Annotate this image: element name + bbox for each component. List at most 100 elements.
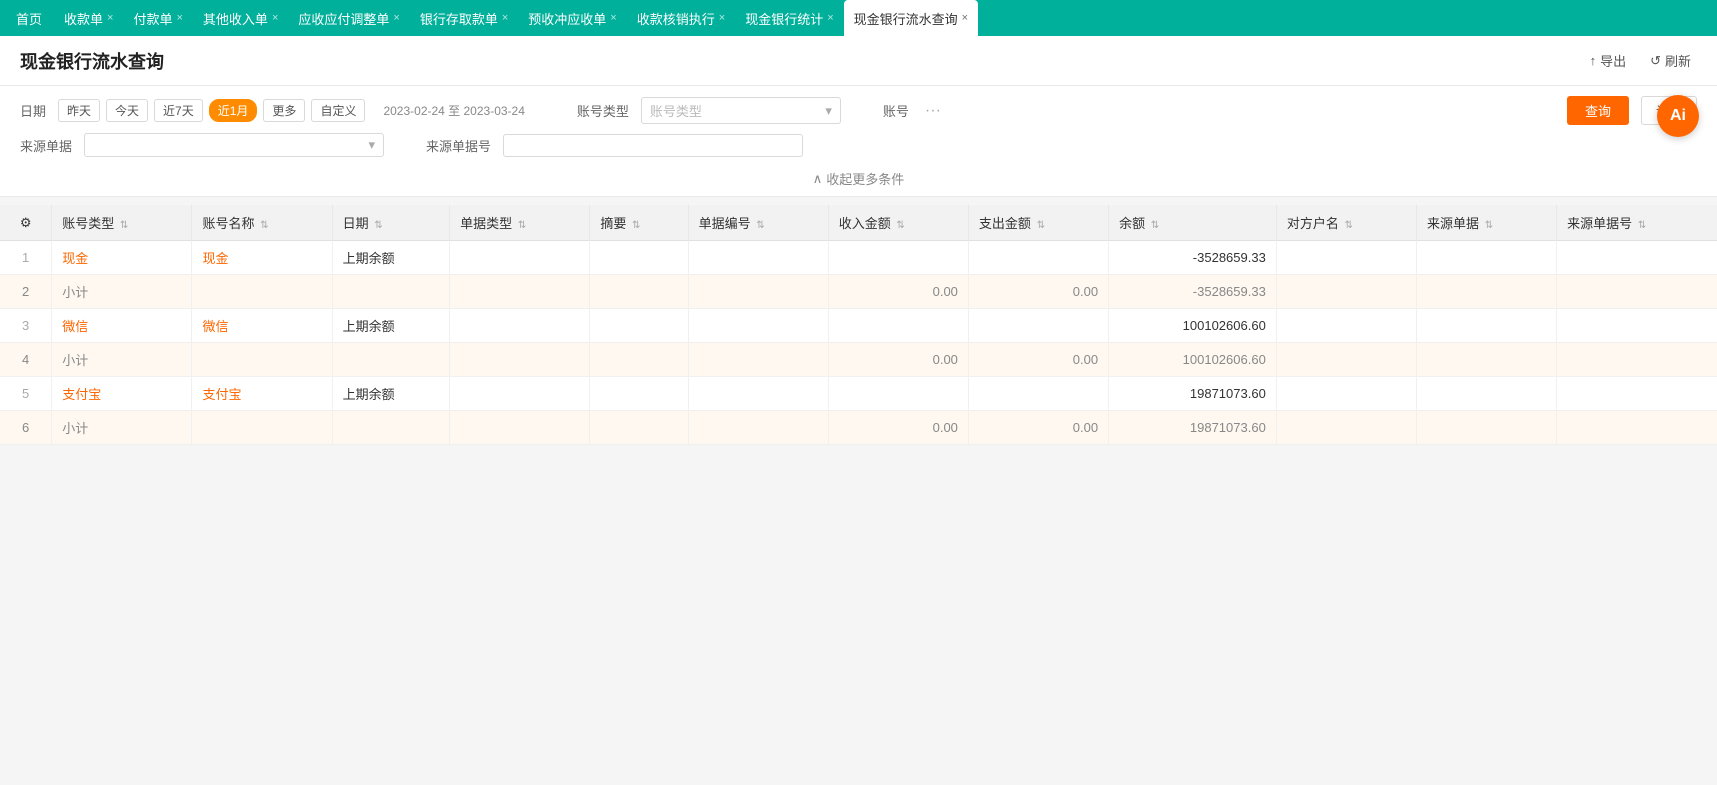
cell-income bbox=[828, 241, 968, 275]
cell-summary bbox=[590, 377, 688, 411]
cell-account-type: 小计 bbox=[52, 411, 192, 445]
sort-icon-summary[interactable]: ⇅ bbox=[632, 220, 640, 231]
nav-tab-4[interactable]: 银行存取款单× bbox=[410, 0, 518, 36]
sort-icon-doc-num[interactable]: ⇅ bbox=[756, 220, 764, 231]
date-btn-yesterday[interactable]: 昨天 bbox=[58, 99, 100, 122]
col-balance: 余额 ⇅ bbox=[1109, 205, 1277, 241]
cell-source-doc-num bbox=[1557, 343, 1717, 377]
sort-icon-source-doc-num[interactable]: ⇅ bbox=[1638, 220, 1646, 231]
cell-seq: 3 bbox=[0, 309, 52, 343]
cell-source-doc-num bbox=[1557, 275, 1717, 309]
nav-tab-0[interactable]: 收款单× bbox=[54, 0, 123, 36]
cell-account-type: 小计 bbox=[52, 343, 192, 377]
cell-doc-type bbox=[450, 377, 590, 411]
sort-icon-expense[interactable]: ⇅ bbox=[1037, 220, 1045, 231]
date-btn-7days[interactable]: 近7天 bbox=[154, 99, 203, 122]
source-doc-num-input[interactable] bbox=[503, 134, 803, 157]
tab-close-7[interactable]: × bbox=[827, 12, 833, 24]
refresh-icon: ↺ bbox=[1650, 53, 1661, 69]
date-btn-custom[interactable]: 自定义 bbox=[311, 99, 365, 122]
date-btn-today[interactable]: 今天 bbox=[106, 99, 148, 122]
cell-balance: 19871073.60 bbox=[1109, 411, 1277, 445]
refresh-button[interactable]: ↺ 刷新 bbox=[1644, 47, 1697, 74]
cell-source-doc bbox=[1416, 411, 1556, 445]
cell-counterpart bbox=[1276, 411, 1416, 445]
nav-tab-1[interactable]: 付款单× bbox=[123, 0, 192, 36]
export-button[interactable]: ↑ 导出 bbox=[1584, 47, 1633, 74]
cell-account-type: 小计 bbox=[52, 275, 192, 309]
tab-label-5: 预收冲应收单 bbox=[528, 9, 606, 28]
nav-home[interactable]: 首页 bbox=[4, 9, 54, 28]
table-body: 1现金现金上期余额-3528659.332小计0.000.00-3528659.… bbox=[0, 241, 1717, 445]
nav-tab-8[interactable]: 现金银行流水查询× bbox=[844, 0, 978, 36]
cell-balance: 19871073.60 bbox=[1109, 377, 1277, 411]
account-type-value: 账号类型 bbox=[650, 101, 702, 120]
date-btn-more[interactable]: 更多 bbox=[263, 99, 305, 122]
sort-icon-counterpart[interactable]: ⇅ bbox=[1344, 220, 1352, 231]
cell-expense: 0.00 bbox=[968, 343, 1108, 377]
cell-counterpart bbox=[1276, 343, 1416, 377]
nav-tab-3[interactable]: 应收应付调整单× bbox=[288, 0, 409, 36]
cell-expense: 0.00 bbox=[968, 275, 1108, 309]
tab-close-8[interactable]: × bbox=[962, 12, 968, 24]
cell-doc-type bbox=[450, 241, 590, 275]
cell-doc-type bbox=[450, 343, 590, 377]
date-label: 日期 bbox=[20, 101, 46, 120]
query-button[interactable]: 查询 bbox=[1567, 96, 1629, 125]
date-btn-1month[interactable]: 近1月 bbox=[209, 99, 258, 122]
source-doc-num-label: 来源单据号 bbox=[426, 136, 491, 155]
ai-badge[interactable]: Ai bbox=[1657, 95, 1699, 137]
sort-icon-source-doc[interactable]: ⇅ bbox=[1485, 220, 1493, 231]
tab-close-1[interactable]: × bbox=[176, 12, 182, 24]
cell-summary bbox=[590, 275, 688, 309]
sort-icon-account-name[interactable]: ⇅ bbox=[260, 220, 268, 231]
sort-icon-doc-type[interactable]: ⇅ bbox=[518, 220, 526, 231]
sort-icon-date[interactable]: ⇅ bbox=[374, 220, 382, 231]
cell-balance: 100102606.60 bbox=[1109, 343, 1277, 377]
tab-close-5[interactable]: × bbox=[610, 12, 616, 24]
table-row: 1现金现金上期余额-3528659.33 bbox=[0, 241, 1717, 275]
tab-label-2: 其他收入单 bbox=[203, 9, 268, 28]
tab-close-2[interactable]: × bbox=[272, 12, 278, 24]
collapse-bar[interactable]: ∧ 收起更多条件 bbox=[20, 165, 1697, 190]
cell-account-name: 支付宝 bbox=[192, 377, 332, 411]
cell-source-doc bbox=[1416, 241, 1556, 275]
account-type-select[interactable]: 账号类型 ▾ bbox=[641, 97, 841, 124]
account-dots[interactable]: ··· bbox=[921, 102, 945, 120]
col-counterpart: 对方户名 ⇅ bbox=[1276, 205, 1416, 241]
cell-date bbox=[332, 411, 450, 445]
sort-icon-income[interactable]: ⇅ bbox=[896, 220, 904, 231]
cell-account-name: 微信 bbox=[192, 309, 332, 343]
tab-close-6[interactable]: × bbox=[719, 12, 725, 24]
cell-date bbox=[332, 343, 450, 377]
sort-icon-account-type[interactable]: ⇅ bbox=[120, 220, 128, 231]
column-settings[interactable]: ⚙ bbox=[0, 205, 52, 241]
tab-label-7: 现金银行统计 bbox=[745, 9, 823, 28]
tab-close-4[interactable]: × bbox=[502, 12, 508, 24]
cell-income bbox=[828, 309, 968, 343]
sort-icon-balance[interactable]: ⇅ bbox=[1151, 220, 1159, 231]
cell-summary bbox=[590, 241, 688, 275]
collapse-label: 收起更多条件 bbox=[826, 169, 904, 188]
cell-income bbox=[828, 377, 968, 411]
nav-tab-7[interactable]: 现金银行统计 × bbox=[735, 0, 843, 36]
cell-account-type: 现金 bbox=[52, 241, 192, 275]
nav-tab-2[interactable]: 其他收入单 × bbox=[193, 0, 288, 36]
cell-account-name: 现金 bbox=[192, 241, 332, 275]
nav-tab-6[interactable]: 收款核销执行× bbox=[627, 0, 735, 36]
cell-account-type: 支付宝 bbox=[52, 377, 192, 411]
cell-date: 上期余额 bbox=[332, 377, 450, 411]
cell-source-doc-num bbox=[1557, 377, 1717, 411]
source-doc-select[interactable]: ▾ bbox=[84, 133, 384, 157]
account-label: 账号 bbox=[883, 101, 909, 120]
cell-counterpart bbox=[1276, 241, 1416, 275]
nav-tab-5[interactable]: 预收冲应收单 × bbox=[518, 0, 626, 36]
cell-doc-num bbox=[688, 309, 828, 343]
cell-doc-num bbox=[688, 275, 828, 309]
tab-close-0[interactable]: × bbox=[107, 12, 113, 24]
cell-doc-num bbox=[688, 377, 828, 411]
col-account-type: 账号类型 ⇅ bbox=[52, 205, 192, 241]
cell-balance: -3528659.33 bbox=[1109, 241, 1277, 275]
tab-close-3[interactable]: × bbox=[393, 12, 399, 24]
cell-account-name bbox=[192, 343, 332, 377]
